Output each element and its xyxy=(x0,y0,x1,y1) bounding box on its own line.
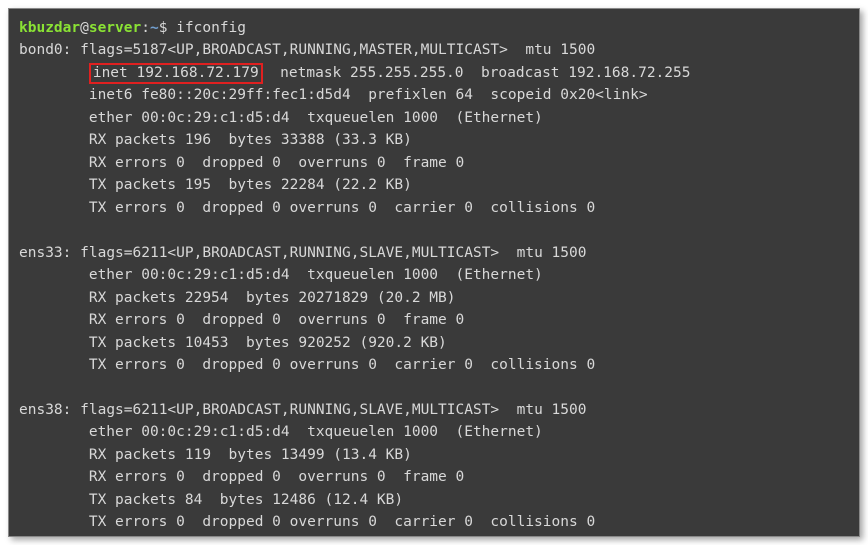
iface-line: RX errors 0 dropped 0 overruns 0 frame 0 xyxy=(89,469,464,485)
highlight-inet: inet 192.168.72.179 xyxy=(89,63,263,84)
iface-line: ether 00:0c:29:c1:d5:d4 txqueuelen 1000 … xyxy=(89,267,543,283)
prompt-line: kbuzdar@server:~$ ifconfig xyxy=(19,20,246,36)
iface-line: RX errors 0 dropped 0 overruns 0 frame 0 xyxy=(89,155,464,171)
prompt-at: @ xyxy=(80,20,89,36)
iface-line: TX packets 10453 bytes 920252 (920.2 KB) xyxy=(89,335,447,351)
iface-line: ether 00:0c:29:c1:d5:d4 txqueuelen 1000 … xyxy=(89,110,543,126)
iface-line: RX packets 22954 bytes 20271829 (20.2 MB… xyxy=(89,290,456,306)
prompt-path: ~ xyxy=(150,20,159,36)
iface-ens33-header: ens33: flags=6211<UP,BROADCAST,RUNNING,S… xyxy=(19,245,586,261)
iface-line: TX packets 195 bytes 22284 (22.2 KB) xyxy=(89,177,412,193)
iface-line: TX errors 0 dropped 0 overruns 0 carrier… xyxy=(89,357,595,373)
iface-inet-rest: netmask 255.255.255.0 broadcast 192.168.… xyxy=(263,65,691,81)
iface-line: RX packets 119 bytes 13499 (13.4 KB) xyxy=(89,447,412,463)
iface-flags: flags=5187<UP,BROADCAST,RUNNING,MASTER,M… xyxy=(80,42,595,58)
iface-line: TX errors 0 dropped 0 overruns 0 carrier… xyxy=(89,514,595,530)
command-text: ifconfig xyxy=(176,20,246,36)
iface-name: ens38 xyxy=(19,402,63,418)
iface-flags: flags=6211<UP,BROADCAST,RUNNING,SLAVE,MU… xyxy=(80,402,586,418)
iface-line: ether 00:0c:29:c1:d5:d4 txqueuelen 1000 … xyxy=(89,424,543,440)
iface-line: inet6 fe80::20c:29ff:fec1:d5d4 prefixlen… xyxy=(89,87,648,103)
prompt-colon: : xyxy=(141,20,150,36)
terminal-window[interactable]: kbuzdar@server:~$ ifconfig bond0: flags=… xyxy=(8,8,860,537)
iface-name: bond0 xyxy=(19,42,63,58)
iface-ens38-header: ens38: flags=6211<UP,BROADCAST,RUNNING,S… xyxy=(19,402,586,418)
iface-line: TX errors 0 dropped 0 overruns 0 carrier… xyxy=(89,200,595,216)
iface-flags: flags=6211<UP,BROADCAST,RUNNING,SLAVE,MU… xyxy=(80,245,586,261)
iface-line: TX packets 84 bytes 12486 (12.4 KB) xyxy=(89,492,403,508)
prompt-user: kbuzdar xyxy=(19,20,80,36)
prompt-host: server xyxy=(89,20,141,36)
prompt-sigil: $ xyxy=(159,20,176,36)
iface-line: RX errors 0 dropped 0 overruns 0 frame 0 xyxy=(89,312,464,328)
iface-line: RX packets 196 bytes 33388 (33.3 KB) xyxy=(89,132,412,148)
iface-bond0-header: bond0: flags=5187<UP,BROADCAST,RUNNING,M… xyxy=(19,42,595,58)
iface-name: ens33 xyxy=(19,245,63,261)
